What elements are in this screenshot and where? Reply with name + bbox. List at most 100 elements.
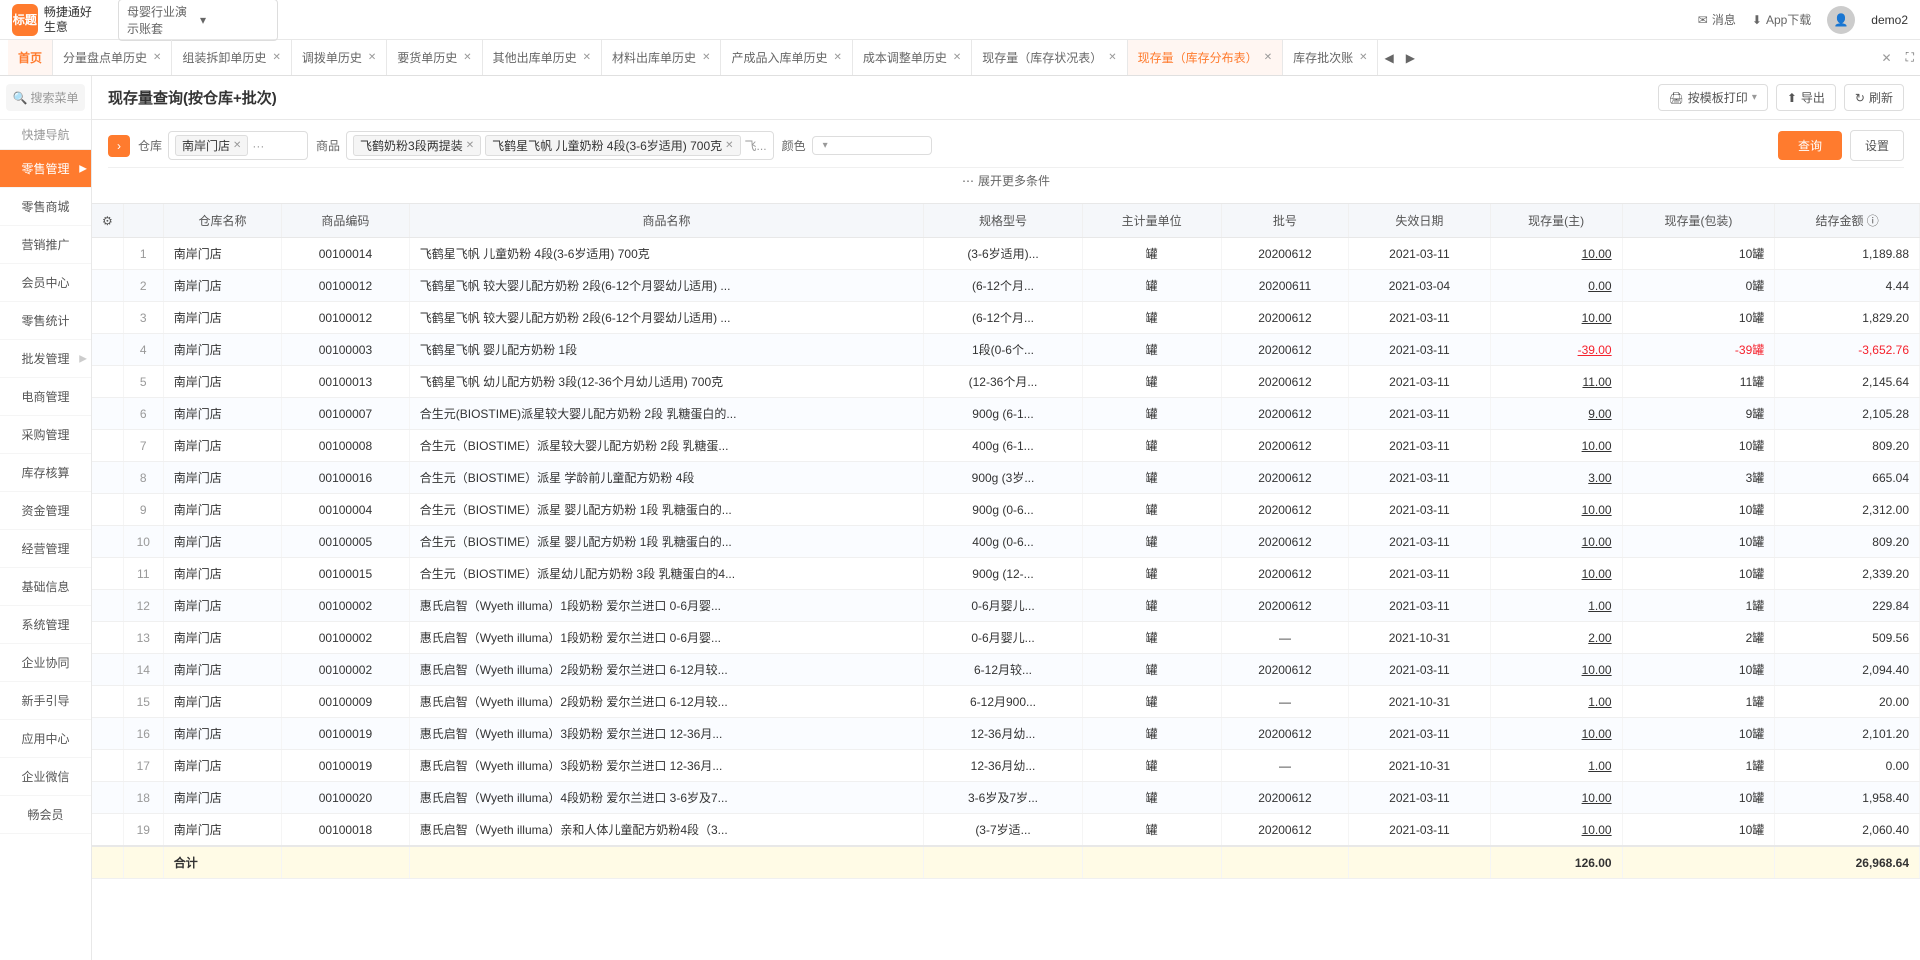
- tab-diaob-close[interactable]: ✕: [368, 52, 376, 63]
- sidebar-item-label-operations: 经营管理: [21, 542, 69, 556]
- tab-kucun-pici[interactable]: 库存批次账 ✕: [1283, 40, 1378, 76]
- cell-stock-main[interactable]: 11.00: [1490, 366, 1622, 398]
- app-download-btn[interactable]: ⬇ App下载: [1752, 11, 1811, 28]
- cell-product: 惠氏启智（Wyeth illuma）1段奶粉 爱尔兰进口 0-6月婴...: [409, 590, 924, 622]
- tab-chengben-close[interactable]: ✕: [953, 52, 961, 63]
- cell-spec: 900g (0-6...: [924, 494, 1082, 526]
- sidebar-item-member[interactable]: 会员中心: [0, 264, 91, 302]
- warehouse-tag-area[interactable]: 南岸门店 ✕ ···: [168, 131, 308, 160]
- cell-product: 飞鹤星飞帆 较大婴儿配方奶粉 2段(6-12个月婴幼儿适用) ...: [409, 270, 924, 302]
- sidebar-item-guide[interactable]: 新手引导: [0, 682, 91, 720]
- th-sku: 商品编码: [282, 204, 410, 238]
- cell-stock-main[interactable]: 10.00: [1490, 238, 1622, 270]
- color-filter-area[interactable]: ▾: [812, 136, 932, 155]
- tab-nav-prev[interactable]: ◀: [1378, 40, 1399, 76]
- sidebar-item-system[interactable]: 系统管理: [0, 606, 91, 644]
- sidebar-item-label-wholesale: 批发管理: [21, 352, 69, 366]
- industry-selector[interactable]: 母婴行业演示账套 ▾: [118, 0, 278, 41]
- tab-qitachu-close[interactable]: ✕: [583, 52, 591, 63]
- sidebar-item-wholesale[interactable]: 批发管理 ▶: [0, 340, 91, 378]
- message-btn[interactable]: ✉ 消息: [1698, 11, 1736, 28]
- warehouse-filter-dots[interactable]: ···: [252, 139, 264, 153]
- cell-warehouse: 南岸门店: [163, 302, 281, 334]
- table-row: 6 南岸门店 00100007 合生元(BIOSTIME)派星较大婴儿配方奶粉 …: [92, 398, 1920, 430]
- tab-yaohuo[interactable]: 要货单历史 ✕: [387, 40, 482, 76]
- tab-chengben[interactable]: 成本调整单历史 ✕: [853, 40, 972, 76]
- product-tag-2-close[interactable]: ✕: [725, 140, 733, 151]
- cell-expire: 2021-10-31: [1349, 750, 1490, 782]
- tab-kucun-pici-close[interactable]: ✕: [1359, 52, 1367, 63]
- cell-stock-main[interactable]: 10.00: [1490, 302, 1622, 334]
- tab-xiancun2[interactable]: 现存量（库存分布表） ✕: [1128, 40, 1283, 76]
- download-icon: ⬇: [1752, 13, 1762, 27]
- warehouse-tag-close[interactable]: ✕: [233, 140, 241, 151]
- th-settings[interactable]: ⚙: [92, 204, 123, 238]
- sidebar-item-operations[interactable]: 经营管理: [0, 530, 91, 568]
- sidebar-item-basic[interactable]: 基础信息: [0, 568, 91, 606]
- tab-nav-next[interactable]: ▶: [1400, 40, 1421, 76]
- cell-unit: 罐: [1082, 750, 1221, 782]
- cell-stock-main[interactable]: 10.00: [1490, 654, 1622, 686]
- sidebar-item-weixin[interactable]: 企业微信: [0, 758, 91, 796]
- cell-stock-main[interactable]: 0.00: [1490, 270, 1622, 302]
- product-filter-dots[interactable]: 飞...: [745, 137, 767, 154]
- sidebar-item-ecommerce[interactable]: 电商管理: [0, 378, 91, 416]
- tab-fenliang-close[interactable]: ✕: [153, 52, 161, 63]
- cell-stock-main[interactable]: 10.00: [1490, 718, 1622, 750]
- tab-xiancun1[interactable]: 现存量（库存状况表） ✕: [972, 40, 1127, 76]
- cell-stock-main[interactable]: 2.00: [1490, 622, 1622, 654]
- tab-cailiao[interactable]: 材料出库单历史 ✕: [602, 40, 721, 76]
- sidebar-item-marketing[interactable]: 营销推广: [0, 226, 91, 264]
- cell-stock-main[interactable]: 1.00: [1490, 750, 1622, 782]
- tab-chancheng[interactable]: 产成品入库单历史 ✕: [721, 40, 852, 76]
- tab-zuzhuang-close[interactable]: ✕: [272, 52, 280, 63]
- quick-nav[interactable]: 快捷导航: [0, 120, 91, 150]
- filter-expand-more[interactable]: ⋯ 展开更多条件: [108, 167, 1904, 193]
- tab-xiancun2-close[interactable]: ✕: [1264, 52, 1272, 63]
- footer-spec-cell: [924, 846, 1082, 879]
- sidebar-item-collab[interactable]: 企业协同: [0, 644, 91, 682]
- cell-stock-main[interactable]: 10.00: [1490, 814, 1622, 847]
- tab-chancheng-close[interactable]: ✕: [833, 52, 841, 63]
- tab-yaohuo-close[interactable]: ✕: [463, 52, 471, 63]
- tab-home[interactable]: 首页: [8, 40, 53, 76]
- tab-cailiao-close[interactable]: ✕: [702, 52, 710, 63]
- sidebar-item-finance[interactable]: 资金管理: [0, 492, 91, 530]
- cell-stock-main[interactable]: 10.00: [1490, 494, 1622, 526]
- sidebar-item-inventory[interactable]: 库存核算: [0, 454, 91, 492]
- tab-diaob[interactable]: 调拨单历史 ✕: [292, 40, 387, 76]
- cell-stock-main[interactable]: 1.00: [1490, 686, 1622, 718]
- sidebar-item-label-retail-stats: 零售统计: [21, 314, 69, 328]
- sidebar-item-retail[interactable]: 零售管理 ▶: [0, 150, 91, 188]
- tab-fenliang[interactable]: 分量盘点单历史 ✕: [53, 40, 172, 76]
- cell-stock-main[interactable]: 3.00: [1490, 462, 1622, 494]
- cell-warehouse: 南岸门店: [163, 590, 281, 622]
- tab-xiancun1-close[interactable]: ✕: [1108, 52, 1116, 63]
- tab-zuzhuang[interactable]: 组装拆卸单历史 ✕: [172, 40, 291, 76]
- tab-close-all[interactable]: ✕: [1874, 51, 1900, 65]
- cell-stock-main[interactable]: 9.00: [1490, 398, 1622, 430]
- sidebar-item-membership[interactable]: 畅会员: [0, 796, 91, 834]
- print-btn[interactable]: 🖨 按模板打印 ▾: [1658, 84, 1768, 111]
- query-btn[interactable]: 查询: [1778, 131, 1842, 160]
- cell-stock-main[interactable]: 10.00: [1490, 430, 1622, 462]
- product-tag-1-close[interactable]: ✕: [466, 140, 474, 151]
- cell-stock-main[interactable]: 10.00: [1490, 558, 1622, 590]
- filter-expand-btn[interactable]: ›: [108, 135, 130, 157]
- tab-qitachu[interactable]: 其他出库单历史 ✕: [483, 40, 602, 76]
- cell-stock-main[interactable]: 10.00: [1490, 526, 1622, 558]
- sidebar-item-purchase[interactable]: 采购管理: [0, 416, 91, 454]
- search-menu-btn[interactable]: 🔍 搜索菜单: [6, 84, 85, 111]
- product-tag-area[interactable]: 飞鹤奶粉3段两提装 ✕ 飞鹤星飞帆 儿童奶粉 4段(3-6岁适用) 700克 ✕…: [346, 131, 774, 160]
- cell-stock-main[interactable]: 10.00: [1490, 782, 1622, 814]
- sidebar-item-appstore[interactable]: 应用中心: [0, 720, 91, 758]
- refresh-btn[interactable]: ↻ 刷新: [1844, 84, 1904, 111]
- sidebar-item-retail-stats[interactable]: 零售统计: [0, 302, 91, 340]
- export-btn[interactable]: ⬆ 导出: [1776, 84, 1836, 111]
- settings-btn[interactable]: 设置: [1850, 130, 1904, 161]
- cell-stock-main[interactable]: 1.00: [1490, 590, 1622, 622]
- logo-icon: 标题: [12, 4, 38, 36]
- tab-maximize[interactable]: ⛶: [1900, 40, 1920, 76]
- logo-area: 标题 畅捷通好生意: [12, 4, 102, 36]
- sidebar-item-mall[interactable]: 零售商城: [0, 188, 91, 226]
